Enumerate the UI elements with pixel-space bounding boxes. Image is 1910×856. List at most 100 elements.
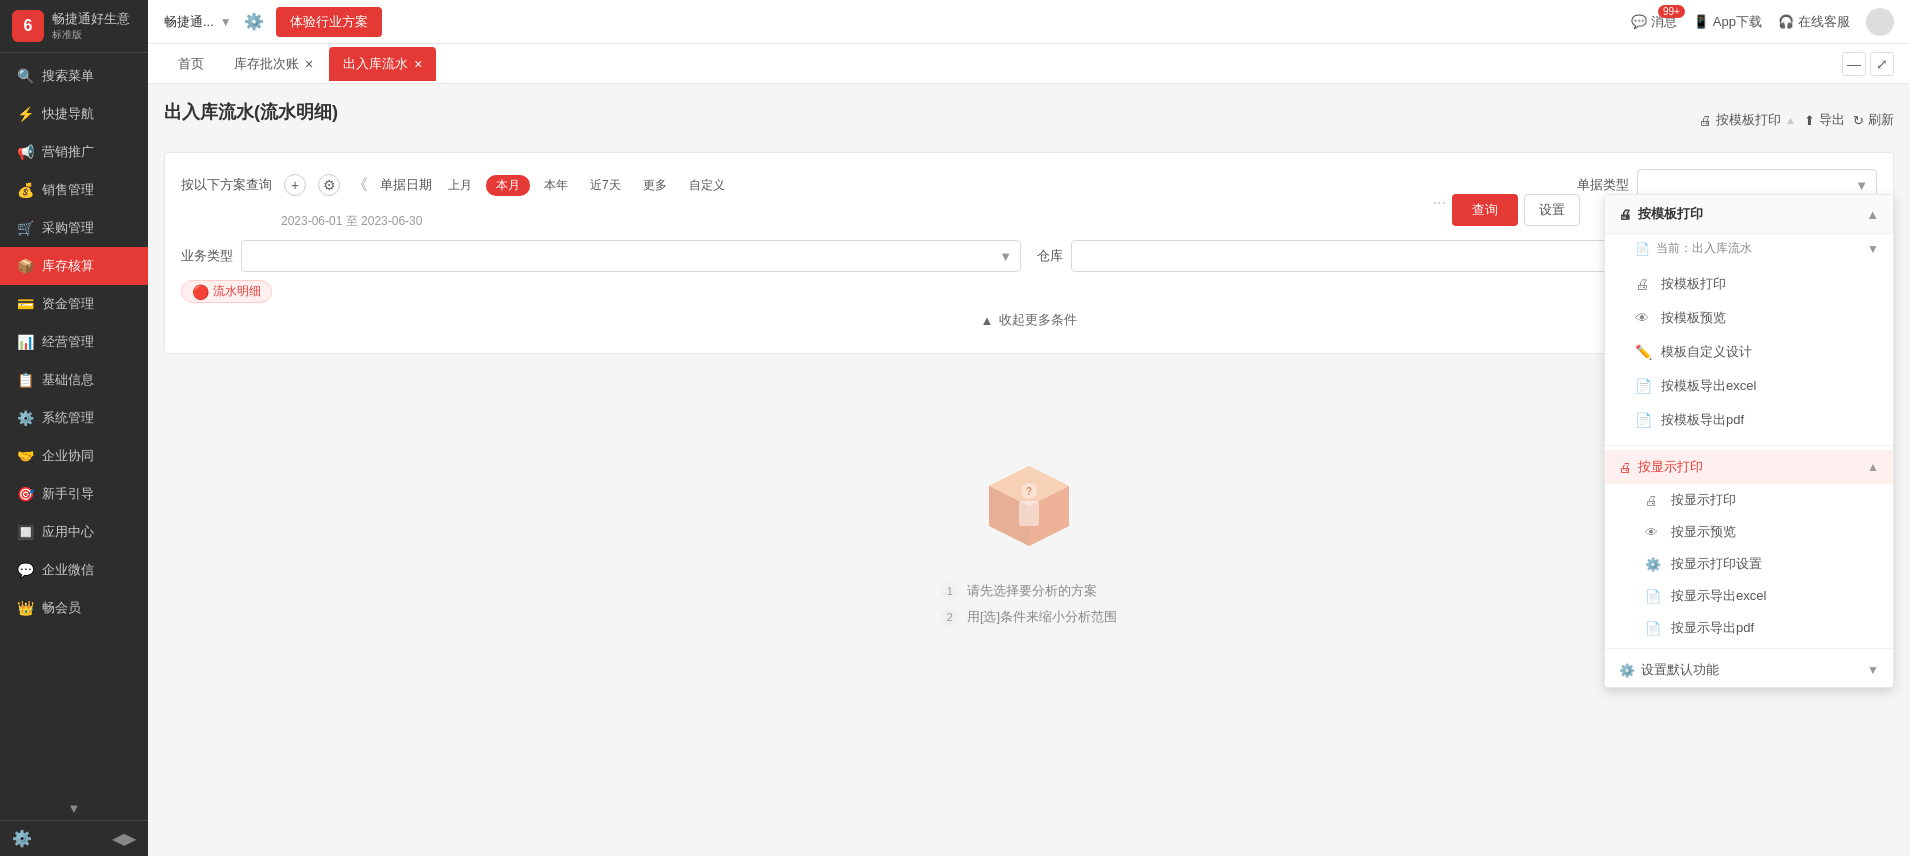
tab-batch-close[interactable]: ×	[305, 57, 313, 71]
tag-icon: 🔴	[192, 284, 209, 300]
message-icon: 💬	[1631, 14, 1647, 29]
doc-type-label: 单据类型	[1577, 176, 1629, 194]
settings-button[interactable]: 设置	[1524, 194, 1580, 226]
empty-hint-1: 1 请先选择要分析的方案	[941, 582, 1117, 600]
biz-type-select[interactable]: ▼	[241, 240, 1021, 272]
tab-flow-close[interactable]: ×	[414, 57, 422, 71]
filter-collapse-arrow[interactable]: 《	[352, 175, 368, 196]
message-btn[interactable]: 💬 消息 99+	[1631, 13, 1677, 31]
template-pdf-item[interactable]: 📄 按模板导出pdf	[1605, 403, 1893, 437]
date-prev-month[interactable]: 上月	[440, 175, 480, 196]
footer-settings-icon: ⚙️	[1619, 663, 1635, 678]
export-btn[interactable]: ⬆ 导出	[1804, 111, 1845, 129]
sidebar-item-inventory[interactable]: 📦 库存核算	[0, 247, 148, 285]
current-text: 当前：出入库流水	[1656, 240, 1752, 257]
more-dots[interactable]: ···	[1433, 194, 1446, 226]
date-more[interactable]: 更多	[635, 175, 675, 196]
trial-button[interactable]: 体验行业方案	[276, 7, 382, 37]
biz-type-label: 业务类型	[181, 247, 233, 265]
sidebar-item-basic[interactable]: 📋 基础信息	[0, 361, 148, 399]
sidebar-label-search: 搜索菜单	[42, 67, 94, 85]
operations-icon: 📊	[16, 333, 34, 351]
tab-flow[interactable]: 出入库流水 ×	[329, 47, 436, 81]
sidebar-item-sales[interactable]: 💰 销售管理	[0, 171, 148, 209]
inventory-icon: 📦	[16, 257, 34, 275]
date-7days[interactable]: 近7天	[582, 175, 629, 196]
sidebar-label-sales: 销售管理	[42, 181, 94, 199]
sidebar-label-operations: 经营管理	[42, 333, 94, 351]
user-dropdown-icon[interactable]: ▼	[220, 15, 232, 29]
biz-type-arrow: ▼	[999, 249, 1012, 264]
sidebar-item-search[interactable]: 🔍 搜索菜单	[0, 57, 148, 95]
sidebar-item-vip[interactable]: 👑 畅会员	[0, 589, 148, 627]
template-print-item[interactable]: 🖨 按模板打印	[1605, 267, 1893, 301]
dropdown-footer[interactable]: ⚙️ 设置默认功能 ▼	[1605, 653, 1893, 687]
template-pdf-label: 按模板导出pdf	[1661, 411, 1744, 429]
template-preview-icon: 👁	[1635, 310, 1653, 326]
display-print-item[interactable]: 🖨 按显示打印	[1605, 484, 1893, 516]
date-custom[interactable]: 自定义	[681, 175, 733, 196]
toolbar-right: 🖨 按模板打印 ▲ ⬆ 导出 ↻ 刷新	[1699, 111, 1894, 129]
collapse-sidebar-icon[interactable]: ◀▶	[112, 829, 136, 848]
sidebar-label-shortcut: 快捷导航	[42, 105, 94, 123]
dropdown-footer-title: ⚙️ 设置默认功能	[1619, 661, 1719, 679]
filter-tag-item[interactable]: 🔴 流水明细	[181, 280, 272, 303]
main-area: 畅捷通... ▼ ⚙️ 体验行业方案 💬 消息 99+ 📱 App下载 🎧 在线…	[148, 0, 1910, 856]
display-excel-item[interactable]: 📄 按显示导出excel	[1605, 580, 1893, 612]
date-current-month[interactable]: 本月	[486, 175, 530, 196]
filter-add-btn[interactable]: +	[284, 174, 306, 196]
tab-home[interactable]: 首页	[164, 47, 218, 81]
display-pdf-icon: 📄	[1645, 621, 1663, 636]
display-settings-label: 按显示打印设置	[1671, 555, 1762, 573]
basic-icon: 📋	[16, 371, 34, 389]
tab-maximize-btn[interactable]: ⤢	[1870, 52, 1894, 76]
dropdown-collapse-arrow[interactable]: ▲	[1866, 207, 1879, 222]
brand-sub: 标准版	[52, 28, 130, 42]
tab-batch[interactable]: 库存批次账 ×	[220, 47, 327, 81]
user-area: 畅捷通... ▼	[164, 13, 232, 31]
tab-minimize-btn[interactable]: —	[1842, 52, 1866, 76]
display-preview-item[interactable]: 👁 按显示预览	[1605, 516, 1893, 548]
brand-text: 畅捷通好生意 标准版	[52, 10, 130, 42]
sidebar-item-wechat[interactable]: 💬 企业微信	[0, 551, 148, 589]
template-excel-item[interactable]: 📄 按模板导出excel	[1605, 369, 1893, 403]
display-pdf-item[interactable]: 📄 按显示导出pdf	[1605, 612, 1893, 644]
svg-text:?: ?	[1026, 486, 1032, 497]
online-service-btn[interactable]: 🎧 在线客服	[1778, 13, 1850, 31]
print-btn[interactable]: 🖨 按模板打印 ▲	[1699, 111, 1796, 129]
hint-num-2: 2	[941, 608, 959, 626]
filter-settings-btn[interactable]: ⚙	[318, 174, 340, 196]
sidebar-scroll-down[interactable]: ▼	[0, 797, 148, 820]
date-year[interactable]: 本年	[536, 175, 576, 196]
dropdown-print-icon: 🖨	[1619, 207, 1632, 222]
sidebar-item-apps[interactable]: 🔲 应用中心	[0, 513, 148, 551]
dropdown-header: 🖨 按模板打印 ▲	[1605, 195, 1893, 234]
display-print-group-icon: 🖨	[1619, 460, 1632, 475]
sidebar-item-guide[interactable]: 🎯 新手引导	[0, 475, 148, 513]
template-preview-item[interactable]: 👁 按模板预览	[1605, 301, 1893, 335]
sidebar-item-marketing[interactable]: 📢 营销推广	[0, 133, 148, 171]
sidebar-item-purchase[interactable]: 🛒 采购管理	[0, 209, 148, 247]
refresh-btn[interactable]: ↻ 刷新	[1853, 111, 1894, 129]
svg-rect-4	[1019, 501, 1039, 526]
sidebar-item-system[interactable]: ⚙️ 系统管理	[0, 399, 148, 437]
header-gear-icon[interactable]: ⚙️	[244, 12, 264, 31]
app-logo: 6 畅捷通好生意 标准版	[0, 0, 148, 53]
display-print-group-header[interactable]: 🖨 按显示打印 ▲	[1605, 450, 1893, 484]
display-settings-item[interactable]: ⚙️ 按显示打印设置	[1605, 548, 1893, 580]
template-custom-item[interactable]: ✏️ 模板自定义设计	[1605, 335, 1893, 369]
sidebar-item-shortcut[interactable]: ⚡ 快捷导航	[0, 95, 148, 133]
hint-num-1: 1	[941, 582, 959, 600]
vip-icon: 👑	[16, 599, 34, 617]
user-avatar[interactable]	[1866, 8, 1894, 36]
shortcut-icon: ⚡	[16, 105, 34, 123]
system-icon: ⚙️	[16, 409, 34, 427]
sidebar-item-finance[interactable]: 💳 资金管理	[0, 285, 148, 323]
display-preview-icon: 👁	[1645, 525, 1663, 540]
settings-icon[interactable]: ⚙️	[12, 829, 32, 848]
date-shortcuts: 上月 本月 本年 近7天 更多 自定义	[440, 175, 733, 196]
query-button[interactable]: 查询	[1452, 194, 1518, 226]
app-download-btn[interactable]: 📱 App下载	[1693, 13, 1762, 31]
sidebar-item-operations[interactable]: 📊 经营管理	[0, 323, 148, 361]
sidebar-item-collab[interactable]: 🤝 企业协同	[0, 437, 148, 475]
